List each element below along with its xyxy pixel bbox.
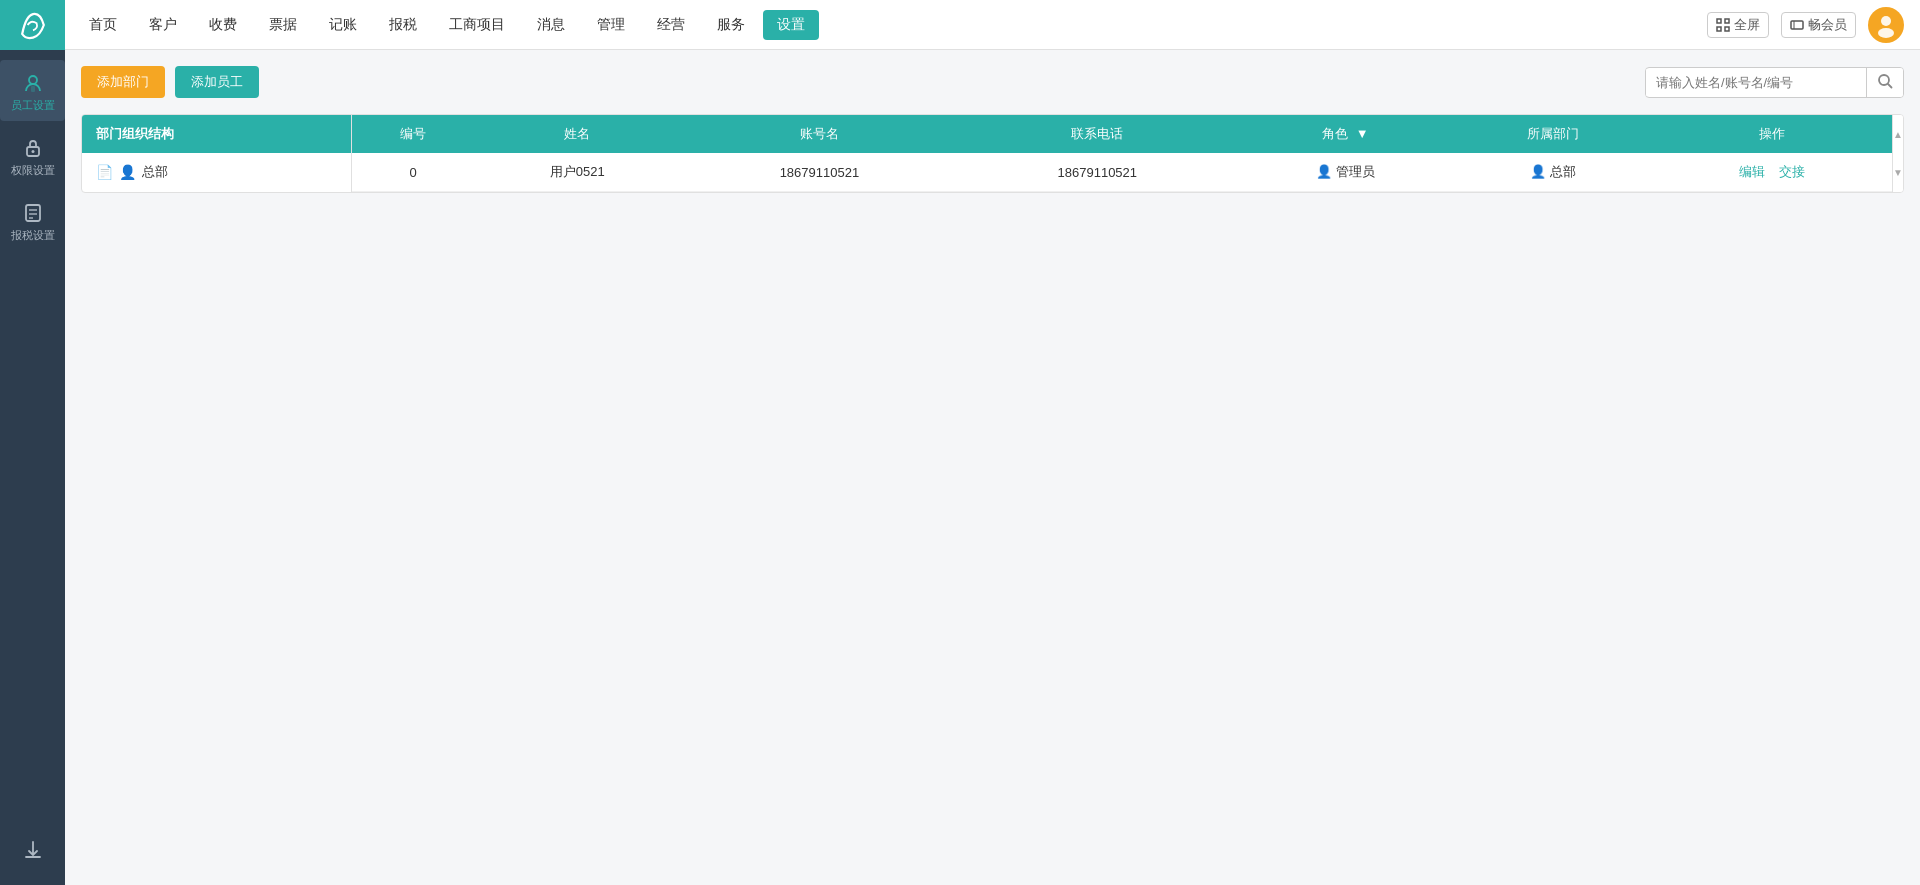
search-box (1645, 67, 1904, 98)
table-area: 部门组织结构 📄 👤 总部 编号 姓名 账号名 联系电话 (81, 114, 1904, 193)
nav-operations[interactable]: 经营 (643, 10, 699, 40)
permissions-icon (22, 137, 44, 159)
search-button[interactable] (1866, 68, 1903, 97)
download-icon (22, 839, 44, 861)
table-row: 0 用户0521 18679110521 18679110521 👤管理员 👤总… (352, 153, 1892, 192)
toolbar: 添加部门 添加员工 (81, 66, 1904, 98)
svg-line-17 (1888, 84, 1892, 88)
nav-customer[interactable]: 客户 (135, 10, 191, 40)
svg-rect-1 (1725, 19, 1729, 23)
cell-account: 18679110521 (680, 153, 958, 192)
vip-icon (1790, 18, 1804, 32)
add-staff-button[interactable]: 添加员工 (175, 66, 259, 98)
filter-icon[interactable]: ▼ (1356, 126, 1369, 141)
sidebar-item-permissions[interactable]: 权限设置 (0, 125, 65, 186)
transfer-link[interactable]: 交接 (1779, 164, 1805, 179)
dept-tree-item[interactable]: 📄 👤 总部 (82, 153, 351, 191)
tax-settings-icon (22, 202, 44, 224)
scroll-up-button[interactable]: ▲ (1893, 115, 1903, 154)
nav-settings[interactable]: 设置 (763, 10, 819, 40)
main-layout: 员工设置 权限设置 报税设置 (0, 50, 1920, 885)
fullscreen-label: 全屏 (1734, 16, 1760, 34)
nav-messages[interactable]: 消息 (523, 10, 579, 40)
svg-point-11 (31, 150, 34, 153)
top-navigation: 首页 客户 收费 票据 记账 报税 工商项目 消息 管理 经营 服务 设置 全屏 (0, 0, 1920, 50)
col-name: 姓名 (474, 115, 680, 153)
svg-point-8 (29, 76, 37, 84)
nav-business[interactable]: 工商项目 (435, 10, 519, 40)
cell-actions: 编辑 交接 (1652, 153, 1892, 192)
nav-bills[interactable]: 票据 (255, 10, 311, 40)
nav-tax[interactable]: 报税 (375, 10, 431, 40)
dept-tree: 部门组织结构 📄 👤 总部 (82, 115, 352, 192)
sidebar-bottom (0, 827, 65, 885)
nav-service[interactable]: 服务 (703, 10, 759, 40)
sidebar-tax-label: 报税设置 (11, 228, 55, 243)
cell-role: 👤管理员 (1236, 153, 1454, 192)
scroll-down-button[interactable]: ▼ (1893, 154, 1903, 193)
cell-dept: 👤总部 (1454, 153, 1652, 192)
col-phone: 联系电话 (958, 115, 1236, 153)
vip-label: 畅会员 (1808, 16, 1847, 34)
search-icon (1877, 73, 1893, 89)
col-actions: 操作 (1652, 115, 1892, 153)
sidebar-download[interactable] (0, 827, 65, 869)
sidebar-staff-label: 员工设置 (11, 98, 55, 113)
sidebar-item-staff[interactable]: 员工设置 (0, 60, 65, 121)
sidebar: 员工设置 权限设置 报税设置 (0, 50, 65, 885)
svg-rect-2 (1717, 27, 1721, 31)
fullscreen-button[interactable]: 全屏 (1707, 12, 1769, 38)
col-account: 账号名 (680, 115, 958, 153)
svg-rect-3 (1725, 27, 1729, 31)
nav-right: 全屏 畅会员 (1707, 7, 1920, 43)
nav-home[interactable]: 首页 (75, 10, 131, 40)
svg-point-7 (1878, 28, 1894, 38)
scroll-buttons: ▲ ▼ (1892, 115, 1903, 192)
nav-accounting[interactable]: 记账 (315, 10, 371, 40)
col-role: 角色 ▼ (1236, 115, 1454, 153)
col-id: 编号 (352, 115, 474, 153)
dept-user-icon: 👤 (119, 164, 136, 180)
sidebar-permissions-label: 权限设置 (11, 163, 55, 178)
staff-icon (22, 72, 44, 94)
logo-area (0, 0, 65, 50)
svg-rect-9 (31, 86, 35, 92)
add-dept-button[interactable]: 添加部门 (81, 66, 165, 98)
search-input[interactable] (1646, 69, 1866, 96)
fullscreen-icon (1716, 18, 1730, 32)
nav-items: 首页 客户 收费 票据 记账 报税 工商项目 消息 管理 经营 服务 设置 (65, 10, 1707, 40)
content-area: 添加部门 添加员工 部门组织结构 📄 👤 总部 (65, 50, 1920, 885)
edit-link[interactable]: 编辑 (1739, 164, 1765, 179)
dept-name: 总部 (142, 163, 168, 181)
employee-table: 编号 姓名 账号名 联系电话 角色 ▼ 所属部门 操作 (352, 115, 1892, 192)
file-icon: 📄 (96, 164, 113, 180)
nav-charge[interactable]: 收费 (195, 10, 251, 40)
cell-id: 0 (352, 153, 474, 192)
nav-management[interactable]: 管理 (583, 10, 639, 40)
staff-table: 编号 姓名 账号名 联系电话 角色 ▼ 所属部门 操作 (352, 115, 1892, 192)
col-dept: 所属部门 (1454, 115, 1652, 153)
dept-tree-header: 部门组织结构 (82, 115, 351, 153)
svg-rect-4 (1791, 21, 1803, 29)
avatar-icon (1872, 11, 1900, 39)
sidebar-item-tax-settings[interactable]: 报税设置 (0, 190, 65, 251)
user-avatar[interactable] (1868, 7, 1904, 43)
cell-name: 用户0521 (474, 153, 680, 192)
svg-point-6 (1881, 16, 1891, 26)
cell-phone: 18679110521 (958, 153, 1236, 192)
svg-rect-0 (1717, 19, 1721, 23)
table-header-row: 编号 姓名 账号名 联系电话 角色 ▼ 所属部门 操作 (352, 115, 1892, 153)
vip-button[interactable]: 畅会员 (1781, 12, 1856, 38)
logo-icon (15, 7, 51, 43)
